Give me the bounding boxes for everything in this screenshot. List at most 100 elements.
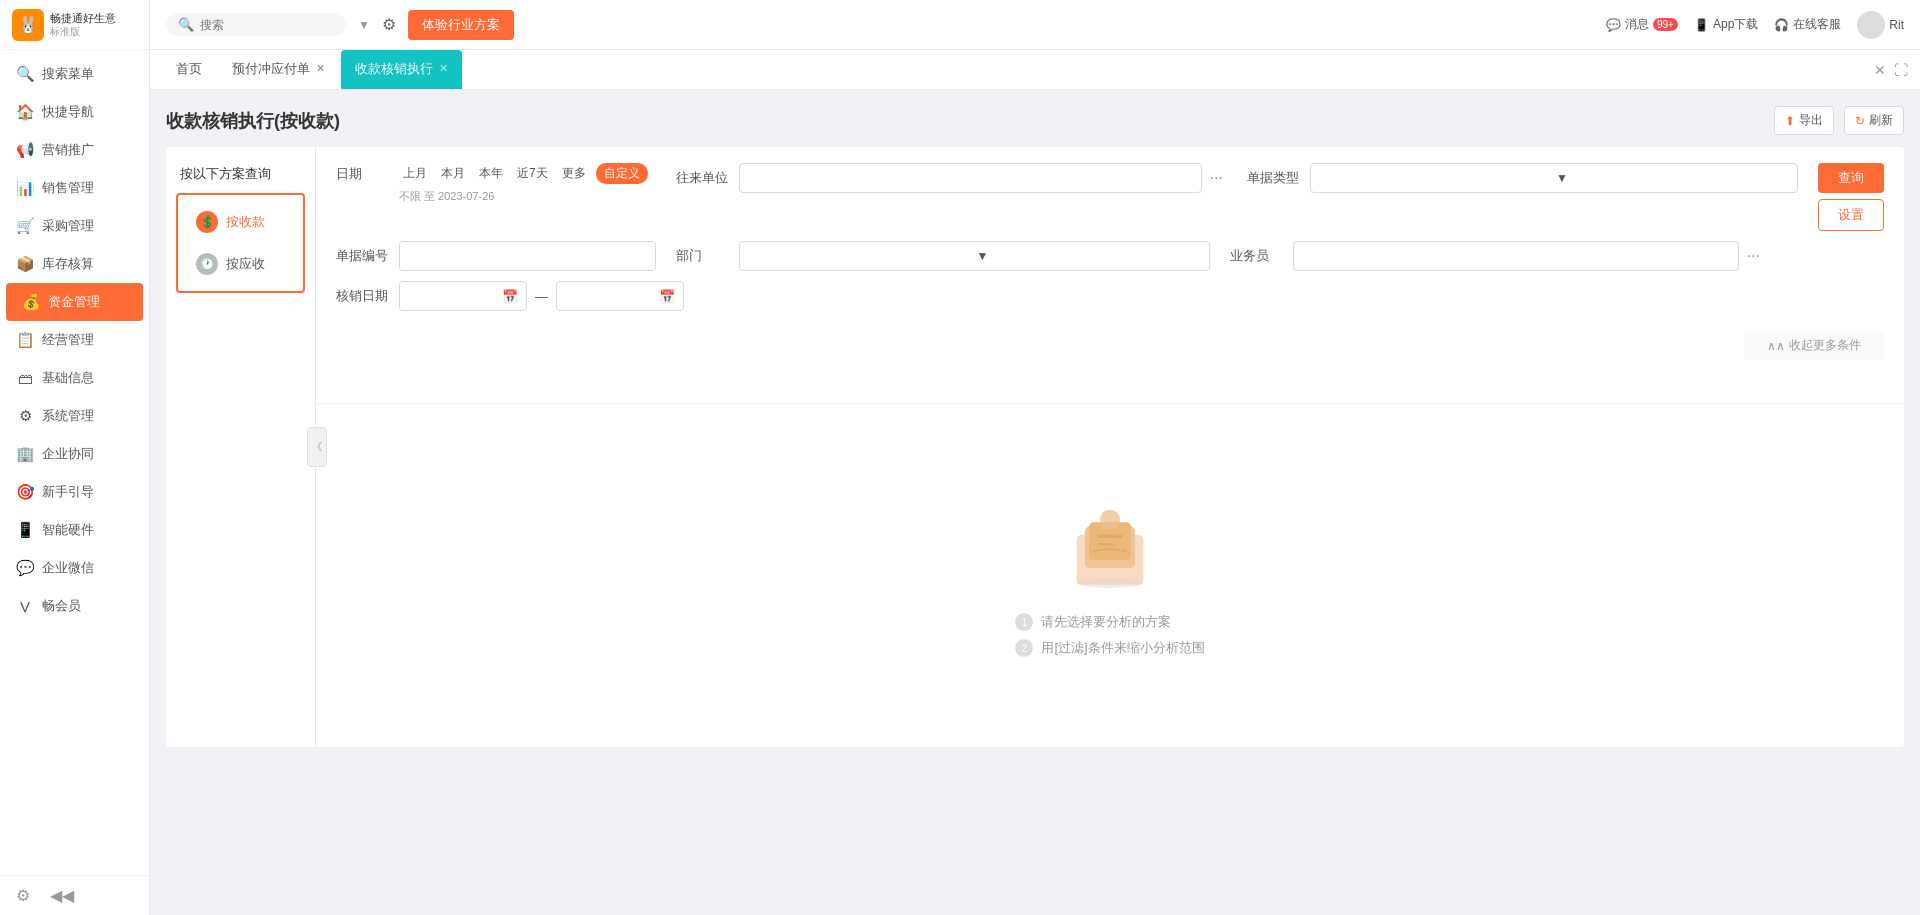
query-button[interactable]: 查询: [1818, 163, 1884, 193]
shortcut-last-month[interactable]: 上月: [399, 163, 431, 184]
tab-home[interactable]: 首页: [162, 50, 216, 89]
export-button[interactable]: ⬆ 导出: [1774, 106, 1834, 135]
page-title: 收款核销执行(按收款): [166, 109, 340, 133]
solution-button[interactable]: 体验行业方案: [408, 10, 514, 40]
topbar-gear-icon[interactable]: ⚙: [382, 15, 396, 34]
collapse-more-button[interactable]: ∧∧ 收起更多条件: [1744, 331, 1884, 360]
svg-rect-5: [1098, 543, 1115, 546]
verify-date-start-input[interactable]: 2023-03-01: [408, 289, 498, 303]
verify-date-start[interactable]: 2023-03-01 📅: [399, 281, 527, 311]
sidebar-item-purchase[interactable]: 🛒 采购管理: [0, 207, 149, 245]
tab-expand-icon[interactable]: ⛶: [1894, 62, 1908, 78]
app-download-label: App下载: [1713, 16, 1758, 33]
tabbar: 首页 预付冲应付单 ✕ 收款核销执行 ✕ ✕ ⛶: [150, 50, 1920, 90]
sidebar-item-finance[interactable]: 💰 资金管理: [6, 283, 143, 321]
service-icon: 🎧: [1774, 18, 1789, 32]
sidebar-item-sales[interactable]: 📊 销售管理: [0, 169, 149, 207]
tab-label: 预付冲应付单: [232, 60, 310, 78]
shortcut-7days[interactable]: 近7天: [513, 163, 552, 184]
search-input[interactable]: [200, 18, 334, 32]
svg-rect-4: [1098, 535, 1123, 538]
dept-arrow-icon: ▼: [977, 249, 1202, 263]
sidebar-item-label: 畅会员: [42, 597, 81, 615]
empty-tips: 1 请先选择要分析的方案 2 用[过滤]条件来缩小分析范围: [1015, 613, 1204, 657]
sidebar-item-enterprise[interactable]: 🏢 企业协同: [0, 435, 149, 473]
filter-collapse-button[interactable]: 《: [307, 427, 327, 467]
partner-label: 往来单位: [676, 169, 731, 187]
hardware-icon: 📱: [16, 521, 34, 539]
sidebar-item-label: 系统管理: [42, 407, 94, 425]
shortcut-custom[interactable]: 自定义: [596, 163, 648, 184]
verify-date-end[interactable]: 2023-07-21 📅: [556, 281, 684, 311]
search-chevron-icon[interactable]: ▼: [358, 18, 370, 32]
query-row-1: 日期 上月 本月 本年 近7天 更多 自定义: [336, 163, 1884, 231]
sidebar-item-guide[interactable]: 🎯 新手引导: [0, 473, 149, 511]
operations-icon: 📋: [16, 331, 34, 349]
sidebar-item-search[interactable]: 🔍 搜索菜单: [0, 55, 149, 93]
doc-type-select[interactable]: ▼: [1310, 163, 1798, 193]
filter-option-by-receivable[interactable]: 🕐 按应收: [186, 245, 295, 283]
sidebar-item-label: 营销推广: [42, 141, 94, 159]
setting-button[interactable]: 设置: [1818, 199, 1884, 231]
tab-close-icon[interactable]: ✕: [316, 62, 325, 75]
shortcut-more[interactable]: 更多: [558, 163, 590, 184]
calendar-end-icon[interactable]: 📅: [659, 289, 675, 304]
partner-more-icon[interactable]: ···: [1206, 169, 1227, 187]
sidebar-item-label: 经营管理: [42, 331, 94, 349]
sidebar-item-basic[interactable]: 🗃 基础信息: [0, 359, 149, 397]
online-service-label: 在线客服: [1793, 16, 1841, 33]
user-item[interactable]: Rit: [1857, 11, 1904, 39]
filter-title: 按以下方案查询: [166, 159, 315, 193]
dept-select[interactable]: ▼: [739, 241, 1210, 271]
refresh-label: 刷新: [1869, 112, 1893, 129]
date-separator: —: [535, 289, 548, 304]
sidebar-item-label: 销售管理: [42, 179, 94, 197]
sidebar-item-hardware[interactable]: 📱 智能硬件: [0, 511, 149, 549]
salesman-field: ···: [1293, 241, 1764, 271]
topbar: 🔍 ▼ ⚙ 体验行业方案 💬 消息 99+ 📱 App下载 🎧 在线客服 Rit: [150, 0, 1920, 50]
salesman-more-icon[interactable]: ···: [1743, 247, 1764, 265]
refresh-button[interactable]: ↻ 刷新: [1844, 106, 1904, 135]
sidebar-item-inventory[interactable]: 📦 库存核算: [0, 245, 149, 283]
dept-label: 部门: [676, 247, 731, 265]
sidebar-item-marketing[interactable]: 📢 营销推广: [0, 131, 149, 169]
partner-input[interactable]: [739, 163, 1202, 193]
sidebar-item-label: 资金管理: [48, 293, 100, 311]
content-area: 收款核销执行(按收款) ⬆ 导出 ↻ 刷新 按以下方案查询 💲: [150, 90, 1920, 915]
shortcut-this-month[interactable]: 本月: [437, 163, 469, 184]
sidebar-item-system[interactable]: ⚙ 系统管理: [0, 397, 149, 435]
shortcut-this-year[interactable]: 本年: [475, 163, 507, 184]
doc-type-arrow-icon: ▼: [1556, 171, 1789, 185]
online-service-item[interactable]: 🎧 在线客服: [1774, 16, 1841, 33]
logo-icon: 🐰: [12, 9, 44, 41]
sidebar-item-wechat[interactable]: 💬 企业微信: [0, 549, 149, 587]
tab-label: 首页: [176, 60, 202, 78]
tab-receipt-offset[interactable]: 收款核销执行 ✕: [341, 50, 462, 89]
refresh-icon: ↻: [1855, 114, 1865, 128]
empty-state: 1 请先选择要分析的方案 2 用[过滤]条件来缩小分析范围: [316, 404, 1904, 748]
filter-option-label: 按收款: [226, 213, 265, 231]
tab-close-icon[interactable]: ✕: [439, 62, 448, 75]
sidebar-item-member[interactable]: V 畅会员: [0, 587, 149, 625]
topbar-right: 💬 消息 99+ 📱 App下载 🎧 在线客服 Rit: [1606, 11, 1904, 39]
calendar-start-icon[interactable]: 📅: [502, 289, 518, 304]
tab-close-all-icon[interactable]: ✕: [1874, 62, 1886, 78]
guide-icon: 🎯: [16, 483, 34, 501]
date-shortcuts: 上月 本月 本年 近7天 更多 自定义: [399, 163, 648, 184]
collapse-sidebar-icon[interactable]: ◀◀: [50, 886, 74, 905]
sidebar-item-quick-nav[interactable]: 🏠 快捷导航: [0, 93, 149, 131]
salesman-input[interactable]: [1293, 241, 1739, 271]
message-item[interactable]: 💬 消息 99+: [1606, 16, 1678, 33]
settings-bottom-icon[interactable]: ⚙: [16, 886, 30, 905]
tab-prepay[interactable]: 预付冲应付单 ✕: [218, 50, 339, 89]
sidebar-logo: 🐰 畅捷通好生意 标准版: [0, 0, 149, 50]
app-download-item[interactable]: 📱 App下载: [1694, 16, 1758, 33]
user-avatar: [1857, 11, 1885, 39]
sidebar-item-operations[interactable]: 📋 经营管理: [0, 321, 149, 359]
verify-date-end-input[interactable]: 2023-07-21: [565, 289, 655, 303]
filter-option-by-receipt[interactable]: 💲 按收款: [186, 203, 295, 241]
doc-no-input[interactable]: [399, 241, 656, 271]
marketing-icon: 📢: [16, 141, 34, 159]
search-bar[interactable]: 🔍: [166, 13, 346, 36]
home-icon: 🏠: [16, 103, 34, 121]
